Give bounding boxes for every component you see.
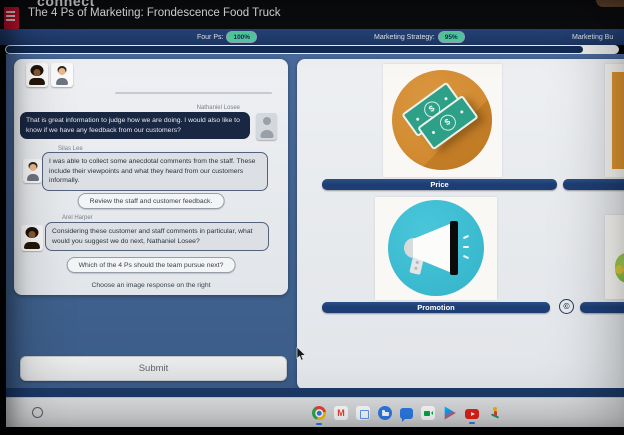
chat-panel: Nathaniel Losee That is great informatio… xyxy=(14,59,288,295)
choice-label-price[interactable]: Price xyxy=(322,179,557,190)
progress-badge: 100% xyxy=(227,32,257,42)
gmail-icon[interactable] xyxy=(334,406,348,420)
image-credit-icon[interactable] xyxy=(559,299,574,314)
chrome-center xyxy=(315,409,323,417)
choice-card-partial-top[interactable] xyxy=(605,64,624,177)
misc-app-icon[interactable] xyxy=(487,406,501,420)
chat-divider xyxy=(115,92,272,94)
progress-header: Four Ps: 100% Marketing Strategy: 95% Ma… xyxy=(0,29,624,45)
speaker-name: Nathaniel Losee xyxy=(196,105,240,111)
play-store-icon[interactable] xyxy=(444,406,456,420)
chat-app-icon[interactable] xyxy=(400,408,413,422)
progress-item-four-ps: Four Ps: 100% xyxy=(197,29,257,45)
image-choice-panel: Price Promotion xyxy=(297,59,624,390)
progress-label: Marketing Strategy: xyxy=(374,33,435,41)
misc-app-part xyxy=(490,413,500,419)
avatar-face xyxy=(28,231,36,238)
launcher-button[interactable] xyxy=(32,407,43,418)
sound-lines xyxy=(463,246,469,248)
desk-edge xyxy=(596,0,624,7)
silas-avatar xyxy=(23,159,42,183)
workspace-bottom-edge xyxy=(6,388,624,397)
partial-image xyxy=(612,72,624,169)
choice-label-partial-bottom[interactable] xyxy=(580,302,624,313)
choice-label-promotion[interactable]: Promotion xyxy=(322,302,550,313)
price-image xyxy=(392,70,492,170)
camera-icon[interactable] xyxy=(421,406,435,420)
arel-avatar xyxy=(21,225,43,251)
mouse-cursor xyxy=(296,347,307,361)
quick-reply-review-feedback[interactable]: Review the staff and customer feedback. xyxy=(77,193,225,209)
megaphone-front xyxy=(450,221,458,275)
progress-item-marketing-strategy: Marketing Strategy: 95% xyxy=(374,29,464,45)
progress-label: Four Ps: xyxy=(197,33,224,41)
quick-reply-which-4ps[interactable]: Which of the 4 Ps should the team pursue… xyxy=(66,257,236,273)
title-bar: connect The 4 Ps of Marketing: Frondesce… xyxy=(0,0,624,29)
files-icon[interactable] xyxy=(378,406,392,420)
choice-card-price[interactable] xyxy=(383,64,502,177)
chat-message: That is great information to judge how w… xyxy=(20,112,250,140)
youtube-icon[interactable] xyxy=(465,409,479,424)
screen-bezel xyxy=(0,427,624,435)
pinned-apps xyxy=(312,406,501,425)
choice-card-promotion[interactable] xyxy=(375,197,497,300)
choice-card-partial-bottom[interactable] xyxy=(605,215,624,299)
submit-button[interactable]: Submit xyxy=(20,356,287,381)
progress-label: Marketing Bu xyxy=(572,33,614,41)
participant-avatar-silas xyxy=(51,63,73,87)
avatar-face xyxy=(58,68,66,75)
taskbar xyxy=(6,397,624,427)
avatar-face xyxy=(29,164,36,171)
avatar-face xyxy=(33,69,41,76)
mcgraw-hill-logo-icon xyxy=(4,7,19,29)
activity-title: The 4 Ps of Marketing: Frondescence Food… xyxy=(28,7,281,19)
nathaniel-avatar xyxy=(256,113,277,140)
chrome-icon[interactable] xyxy=(312,406,326,425)
chat-message: Considering these customer and staff com… xyxy=(45,222,269,252)
participant-avatar-arel xyxy=(26,63,48,87)
partial-image xyxy=(615,253,624,283)
overall-progress-bar xyxy=(5,45,619,54)
instruction-text: Choose an image response on the right xyxy=(91,282,211,289)
choice-label-partial-top[interactable] xyxy=(563,179,624,190)
speaker-name: Arel Harper xyxy=(62,215,93,221)
chat-message: I was able to collect some anecdotal com… xyxy=(42,152,268,191)
promotion-image xyxy=(388,200,484,296)
progress-badge: 95% xyxy=(438,32,464,42)
docs-icon[interactable] xyxy=(356,406,370,420)
megaphone-icon xyxy=(404,221,470,275)
overall-progress-fill xyxy=(6,46,584,53)
progress-item-marketing-budget: Marketing Bu xyxy=(572,29,613,45)
